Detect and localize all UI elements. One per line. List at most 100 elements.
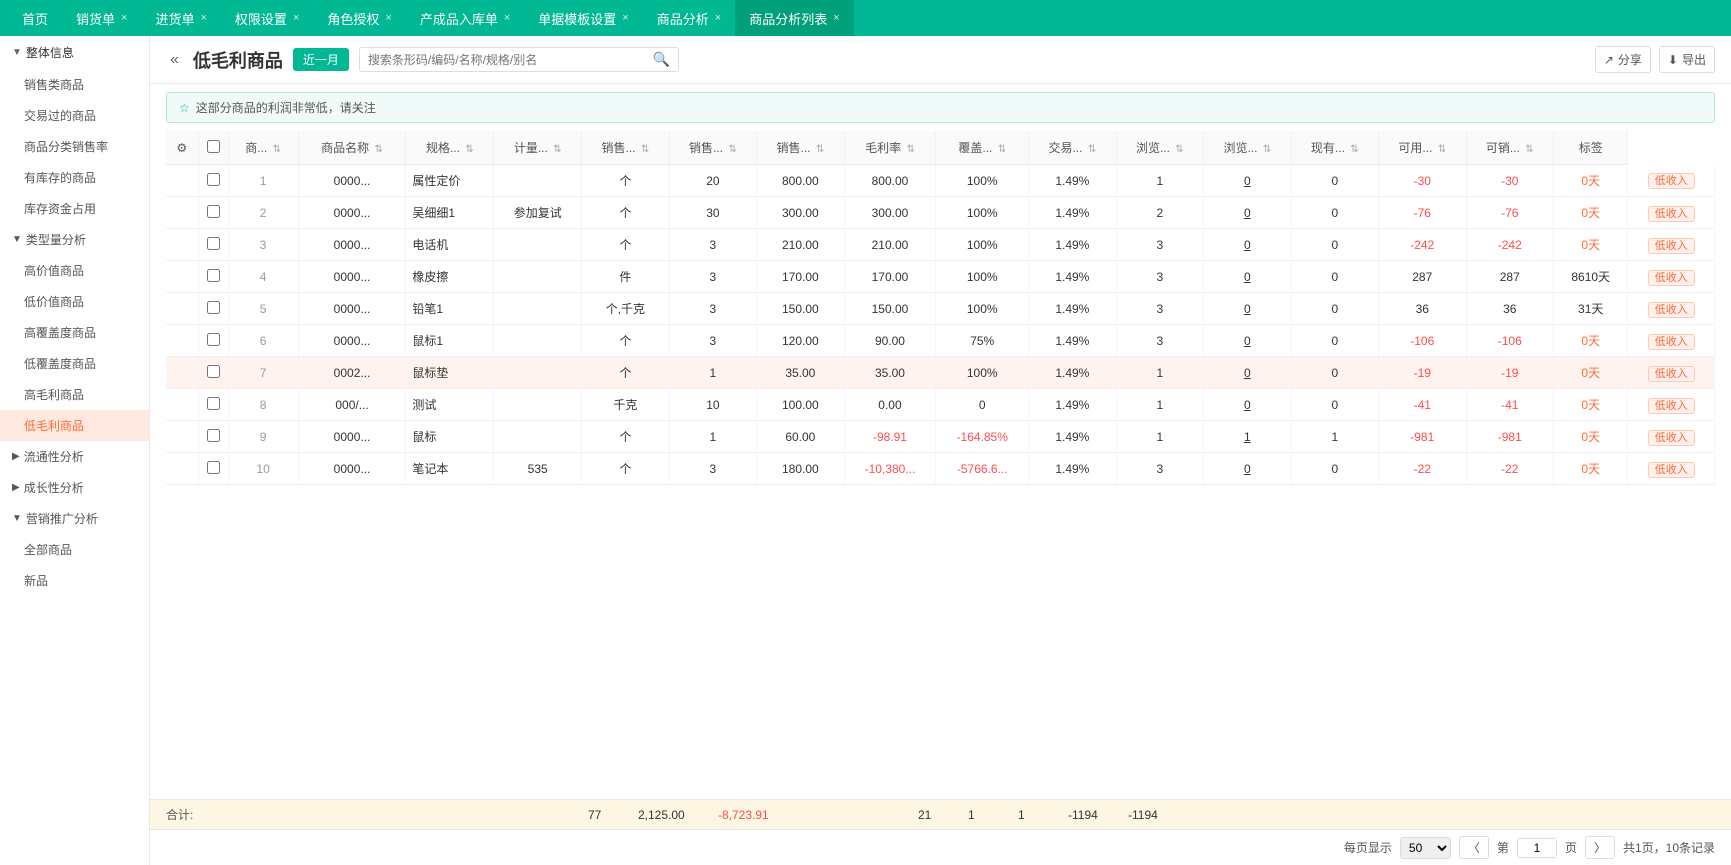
row-view1[interactable]: 0 — [1204, 325, 1291, 357]
close-icon[interactable]: × — [833, 12, 839, 24]
next-page-button[interactable]: 〉 — [1585, 836, 1615, 859]
nav-product-stock[interactable]: 产成品入库单 × — [406, 0, 524, 36]
row-checkbox[interactable] — [198, 389, 228, 421]
row-view1[interactable]: 0 — [1204, 229, 1291, 261]
select-all-checkbox[interactable] — [207, 140, 220, 153]
row-view1[interactable]: 0 — [1204, 293, 1291, 325]
close-icon[interactable]: × — [504, 12, 510, 24]
col-name[interactable]: 商品名称 ⇅ — [298, 131, 406, 165]
col-view2[interactable]: 浏览... ⇅ — [1204, 131, 1291, 165]
row-checkbox[interactable] — [198, 453, 228, 485]
time-filter-button[interactable]: 近一月 — [293, 48, 349, 71]
row-view1[interactable]: 1 — [1204, 421, 1291, 453]
sidebar-group-type-analysis-header[interactable]: ▼ 类型量分析 — [0, 224, 149, 255]
row-view1[interactable]: 0 — [1204, 389, 1291, 421]
nav-purchase-order[interactable]: 进货单 × — [141, 0, 220, 36]
nav-role-auth[interactable]: 角色授权 × — [313, 0, 405, 36]
row-view1[interactable]: 0 — [1204, 261, 1291, 293]
page-input[interactable] — [1517, 838, 1557, 858]
sidebar-group-overall-header[interactable]: ▼ 整体信息 — [0, 36, 149, 69]
sidebar-item-low-margin[interactable]: 低毛利商品 — [0, 410, 149, 441]
col-trade-count[interactable]: 交易... ⇅ — [1029, 131, 1116, 165]
nav-home[interactable]: 首页 — [8, 0, 62, 36]
row-view1[interactable]: 0 — [1204, 357, 1291, 389]
row-settings[interactable] — [166, 421, 198, 453]
col-tag[interactable]: 标签 — [1554, 131, 1628, 165]
col-saleable-days[interactable]: 可销... ⇅ — [1466, 131, 1553, 165]
row-checkbox[interactable] — [198, 325, 228, 357]
row-settings[interactable] — [166, 261, 198, 293]
sidebar-item-stock-capital[interactable]: 库存资金占用 — [0, 193, 149, 224]
row-view1[interactable]: 0 — [1204, 453, 1291, 485]
close-icon[interactable]: × — [293, 12, 299, 24]
sidebar-item-high-value[interactable]: 高价值商品 — [0, 255, 149, 286]
row-checkbox[interactable] — [198, 421, 228, 453]
prev-page-button[interactable]: 〈 — [1459, 836, 1489, 859]
search-input[interactable] — [368, 53, 647, 67]
sidebar-item-high-coverage[interactable]: 高覆盖度商品 — [0, 317, 149, 348]
nav-sales-order[interactable]: 销货单 × — [62, 0, 141, 36]
export-button[interactable]: ⬇ 导出 — [1659, 46, 1715, 73]
sidebar-item-sales-products[interactable]: 销售类商品 — [0, 69, 149, 100]
col-coverage[interactable]: 覆盖... ⇅ — [936, 131, 1029, 165]
nav-template-settings[interactable]: 单据模板设置 × — [524, 0, 642, 36]
row-settings[interactable] — [166, 389, 198, 421]
nav-permission[interactable]: 权限设置 × — [221, 0, 313, 36]
col-sales-amount[interactable]: 销售... ⇅ — [669, 131, 756, 165]
col-available-stock[interactable]: 可用... ⇅ — [1379, 131, 1466, 165]
col-sales-profit[interactable]: 销售... ⇅ — [757, 131, 844, 165]
col-view1[interactable]: 浏览... ⇅ — [1116, 131, 1203, 165]
sidebar-item-new-products[interactable]: 新品 — [0, 565, 149, 596]
col-gross-rate[interactable]: 毛利率 ⇅ — [844, 131, 936, 165]
close-icon[interactable]: × — [622, 12, 628, 24]
sidebar-group-growth-header[interactable]: ▶ 成长性分析 — [0, 472, 149, 503]
row-checkbox[interactable] — [198, 261, 228, 293]
row-settings[interactable] — [166, 197, 198, 229]
sidebar-group-marketing-header[interactable]: ▼ 营销推广分析 — [0, 503, 149, 534]
row-trade-count: 1 — [1116, 357, 1203, 389]
col-settings[interactable]: ⚙ — [166, 131, 198, 165]
close-icon[interactable]: × — [385, 12, 391, 24]
row-view1[interactable]: 0 — [1204, 165, 1291, 197]
sidebar-group-liquidity-header[interactable]: ▶ 流通性分析 — [0, 441, 149, 472]
col-unit[interactable]: 计量... ⇅ — [494, 131, 582, 165]
col-code[interactable]: 商... ⇅ — [228, 131, 298, 165]
row-settings[interactable] — [166, 357, 198, 389]
row-checkbox[interactable] — [198, 165, 228, 197]
sidebar-item-traded-products[interactable]: 交易过的商品 — [0, 100, 149, 131]
close-icon[interactable]: × — [200, 12, 206, 24]
row-checkbox[interactable] — [198, 229, 228, 261]
col-sales-qty[interactable]: 销售... ⇅ — [582, 131, 669, 165]
col-spec[interactable]: 规格... ⇅ — [406, 131, 494, 165]
sidebar-item-low-value[interactable]: 低价值商品 — [0, 286, 149, 317]
row-settings[interactable] — [166, 325, 198, 357]
tag-badge: 低收入 — [1648, 334, 1695, 350]
sidebar-collapse-button[interactable]: « — [166, 47, 183, 73]
row-trade-count: 3 — [1116, 261, 1203, 293]
sidebar-item-category-sales-rate[interactable]: 商品分类销售率 — [0, 131, 149, 162]
nav-product-analysis[interactable]: 商品分析 × — [643, 0, 735, 36]
share-button[interactable]: ↗ 分享 — [1595, 46, 1651, 73]
row-settings[interactable] — [166, 165, 198, 197]
row-settings[interactable] — [166, 453, 198, 485]
nav-product-analysis-list[interactable]: 商品分析列表 × — [735, 0, 853, 36]
sidebar-item-in-stock-products[interactable]: 有库存的商品 — [0, 162, 149, 193]
row-checkbox[interactable] — [198, 357, 228, 389]
per-page-select[interactable]: 50 100 200 — [1400, 837, 1451, 859]
sidebar-item-low-coverage[interactable]: 低覆盖度商品 — [0, 348, 149, 379]
close-icon[interactable]: × — [715, 12, 721, 24]
row-settings[interactable] — [166, 293, 198, 325]
close-icon[interactable]: × — [121, 12, 127, 24]
row-gross-rate: -5766.6... — [936, 453, 1029, 485]
row-view1[interactable]: 0 — [1204, 197, 1291, 229]
search-icon[interactable]: 🔍 — [652, 51, 669, 68]
sidebar-item-all-products[interactable]: 全部商品 — [0, 534, 149, 565]
col-checkbox[interactable] — [198, 131, 228, 165]
row-settings[interactable] — [166, 229, 198, 261]
row-tag: 低收入 — [1628, 165, 1715, 197]
row-checkbox[interactable] — [198, 197, 228, 229]
row-checkbox[interactable] — [198, 293, 228, 325]
row-saleable-days: 0天 — [1554, 389, 1628, 421]
col-current-stock[interactable]: 现有... ⇅ — [1291, 131, 1378, 165]
sidebar-item-high-margin[interactable]: 高毛利商品 — [0, 379, 149, 410]
